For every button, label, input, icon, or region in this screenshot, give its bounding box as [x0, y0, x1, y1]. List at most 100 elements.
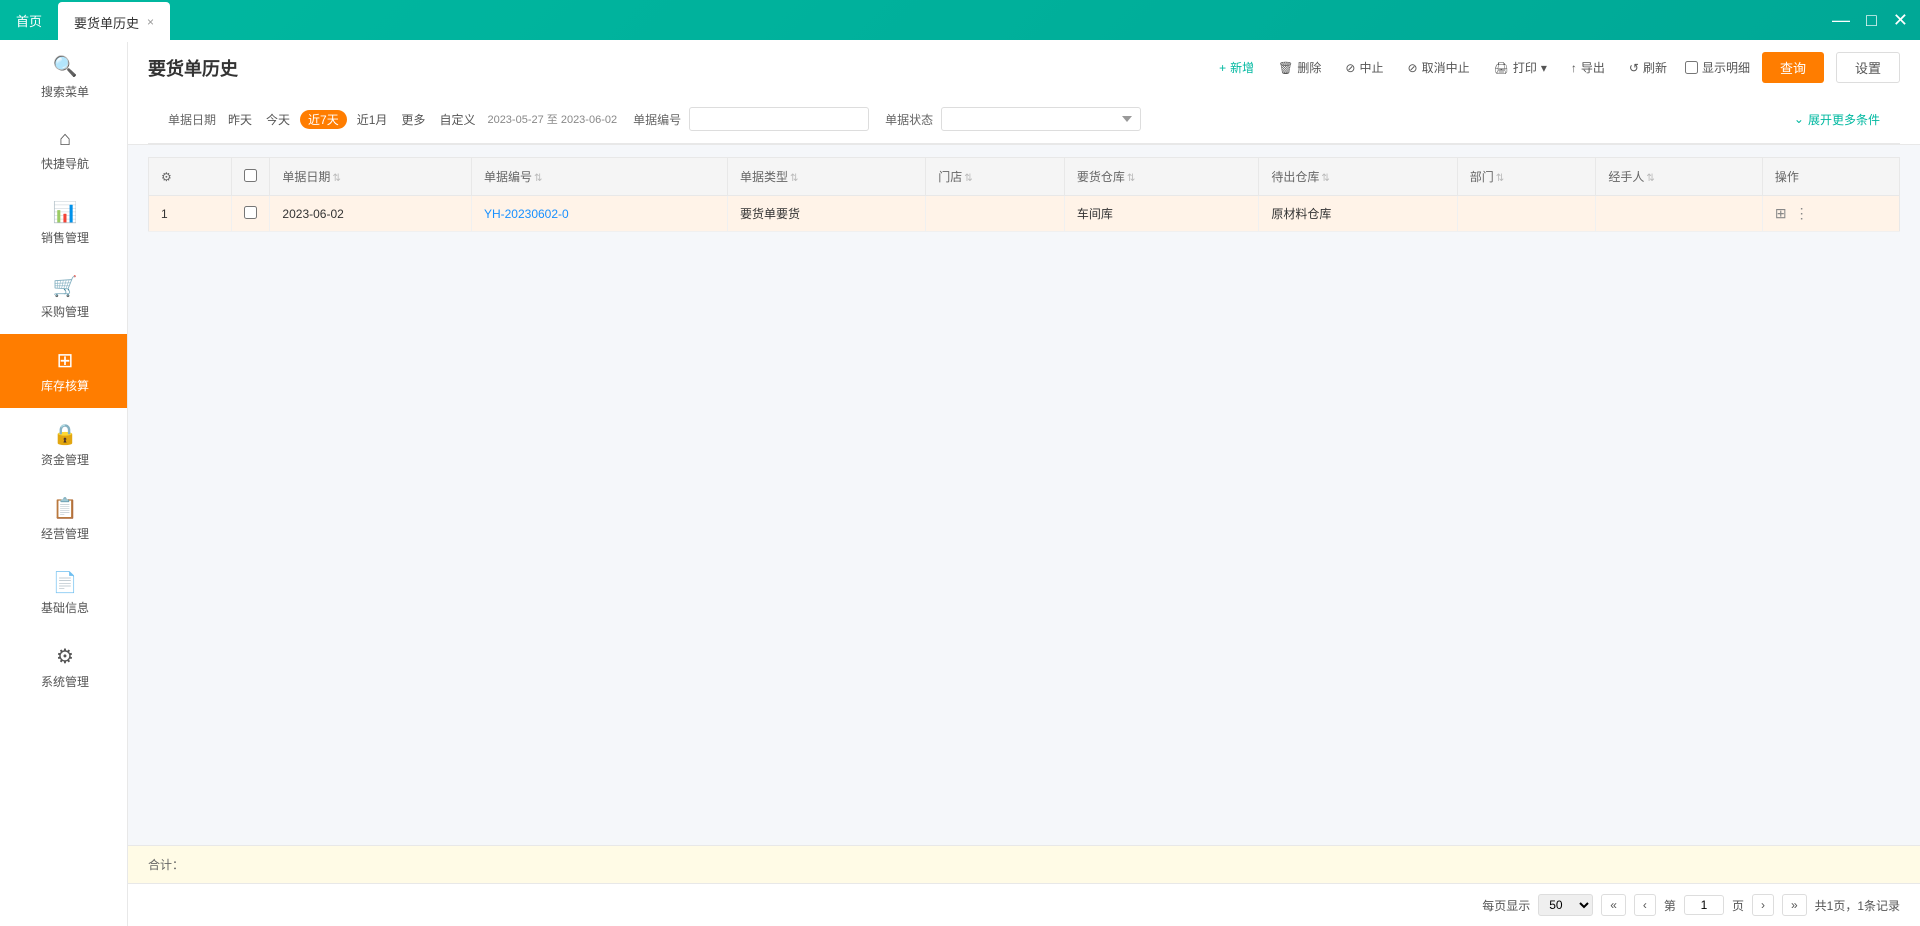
sidebar-item-basic-info[interactable]: 📄 基础信息 [0, 556, 127, 630]
cancel-stop-icon: ⊘ [1408, 61, 1418, 75]
sidebar-item-label: 系统管理 [41, 673, 89, 690]
shortcut-7days[interactable]: 近7天 [300, 110, 347, 129]
sidebar-item-operations[interactable]: 📋 经营管理 [0, 482, 127, 556]
date-shortcuts: 昨天 今天 近7天 近1月 更多 自定义 [224, 110, 479, 129]
col-dept: 部门⇅ [1457, 158, 1596, 196]
export-button[interactable]: ↑ 导出 [1565, 55, 1611, 80]
sidebar-item-system[interactable]: ⚙ 系统管理 [0, 630, 127, 704]
first-page-button[interactable]: « [1601, 894, 1626, 916]
sidebar-item-finance[interactable]: 🔒 资金管理 [0, 408, 127, 482]
shortcut-yesterday[interactable]: 昨天 [224, 110, 256, 129]
operations-icon: 📋 [53, 496, 78, 521]
top-bar-right: — □ ✕ [1832, 10, 1920, 31]
stop-label: 中止 [1359, 59, 1383, 76]
date-filter-group: 单据日期 昨天 今天 近7天 近1月 更多 自定义 2023-05-27 至 2… [168, 110, 617, 129]
date-range-display: 2023-05-27 至 2023-06-02 [487, 111, 617, 127]
stop-button[interactable]: ⊘ 中止 [1339, 55, 1389, 80]
status-select[interactable] [941, 107, 1141, 131]
setting-button[interactable]: 设置 [1836, 52, 1900, 83]
shortcut-today[interactable]: 今天 [262, 110, 294, 129]
inventory-icon: ⊞ [57, 348, 74, 373]
doc-no-input[interactable] [689, 107, 869, 131]
toolbar: + 新增 🗑 删除 ⊘ 中止 ⊘ 取消中止 [1213, 52, 1900, 83]
cell-date: 2023-06-02 [270, 196, 472, 232]
sidebar-item-label: 经营管理 [41, 525, 89, 542]
table-row: 1 2023-06-02 YH-20230602-0 要货单要货 车间库 原材料… [149, 196, 1900, 232]
tab-home[interactable]: 首页 [0, 0, 58, 40]
sidebar-item-purchase[interactable]: 🛒 采购管理 [0, 260, 127, 334]
print-label: 打印 [1513, 59, 1537, 76]
status-filter-group: 单据状态 [885, 107, 1141, 131]
date-label: 单据日期 [168, 111, 216, 128]
table-header-row: ⚙ 单据日期⇅ 单据编号⇅ 单据类型⇅ 门店⇅ 要货仓库⇅ 待出仓库⇅ 部门⇅ … [149, 158, 1900, 196]
expand-icon: ⌄ [1794, 112, 1804, 126]
page-unit: 页 [1732, 897, 1744, 914]
col-store: 门店⇅ [926, 158, 1065, 196]
sidebar-item-inventory[interactable]: ⊞ 库存核算 [0, 334, 127, 408]
tab-active[interactable]: 要货单历史 × [58, 2, 170, 42]
last-page-button[interactable]: » [1782, 894, 1807, 916]
doc-no-link[interactable]: YH-20230602-0 [484, 207, 569, 221]
table-body: 1 2023-06-02 YH-20230602-0 要货单要货 车间库 原材料… [149, 196, 1900, 232]
filter-area: 单据日期 昨天 今天 近7天 近1月 更多 自定义 2023-05-27 至 2… [148, 95, 1900, 144]
display-detail-toggle[interactable]: 显示明细 [1685, 59, 1750, 76]
sidebar-item-sales[interactable]: 📊 销售管理 [0, 186, 127, 260]
data-table: ⚙ 单据日期⇅ 单据编号⇅ 单据类型⇅ 门店⇅ 要货仓库⇅ 待出仓库⇅ 部门⇅ … [148, 157, 1900, 232]
col-settings: ⚙ [149, 158, 232, 196]
col-date: 单据日期⇅ [270, 158, 472, 196]
page-header: 要货单历史 + 新增 🗑 删除 ⊘ 中止 ⊘ [128, 40, 1920, 145]
cancel-stop-button[interactable]: ⊘ 取消中止 [1402, 55, 1476, 80]
minimize-icon[interactable]: — [1832, 10, 1850, 31]
summary-label: 合计： [148, 856, 184, 873]
settings-icon[interactable]: ⚙ [161, 170, 172, 184]
col-doc-type: 单据类型⇅ [727, 158, 925, 196]
window-close-icon[interactable]: ✕ [1893, 10, 1908, 31]
expand-label: 展开更多条件 [1808, 111, 1880, 128]
top-bar: 首页 要货单历史 × — □ ✕ [0, 0, 1920, 40]
page-size-label: 每页显示 [1482, 897, 1530, 914]
cell-pending-warehouse: 原材料仓库 [1259, 196, 1457, 232]
sidebar-item-label: 资金管理 [41, 451, 89, 468]
display-detail-checkbox[interactable] [1685, 61, 1698, 74]
export-icon: ↑ [1571, 61, 1577, 75]
refresh-button[interactable]: ↺ 刷新 [1623, 55, 1673, 80]
cell-handler [1596, 196, 1763, 232]
sales-icon: 📊 [53, 200, 78, 225]
sidebar-item-label: 基础信息 [41, 599, 89, 616]
shortcut-more[interactable]: 更多 [397, 110, 429, 129]
delete-label: 删除 [1297, 59, 1321, 76]
status-label: 单据状态 [885, 111, 933, 128]
page-size-select[interactable]: 50 20 100 200 [1538, 894, 1593, 916]
shortcut-1month[interactable]: 近1月 [353, 110, 392, 129]
next-page-button[interactable]: › [1752, 894, 1774, 916]
search-menu-icon: 🔍 [53, 54, 78, 79]
sidebar-item-label: 销售管理 [41, 229, 89, 246]
new-icon: + [1219, 61, 1226, 75]
query-button[interactable]: 查询 [1762, 52, 1824, 83]
cell-action: ⊞ ⋮ [1762, 196, 1899, 232]
more-action-icon[interactable]: ⋮ [1795, 205, 1809, 222]
sidebar-item-quick-nav[interactable]: ⌂ 快捷导航 [0, 114, 127, 186]
delete-button[interactable]: 🗑 删除 [1272, 55, 1327, 80]
col-handler: 经手人⇅ [1596, 158, 1763, 196]
select-all-checkbox[interactable] [244, 169, 257, 182]
col-action: 操作 [1762, 158, 1899, 196]
col-pending-warehouse: 待出仓库⇅ [1259, 158, 1457, 196]
sidebar-item-search-menu[interactable]: 🔍 搜索菜单 [0, 40, 127, 114]
cell-doc-type: 要货单要货 [727, 196, 925, 232]
row-checkbox[interactable] [244, 206, 257, 219]
refresh-label: 刷新 [1643, 59, 1667, 76]
expand-filter-button[interactable]: ⌄ 展开更多条件 [1794, 111, 1880, 128]
view-action-icon[interactable]: ⊞ [1775, 205, 1787, 222]
print-button[interactable]: 🖨 打印 ▾ [1488, 55, 1553, 80]
finance-icon: 🔒 [53, 422, 78, 447]
shortcut-custom[interactable]: 自定义 [435, 110, 479, 129]
cell-doc-no: YH-20230602-0 [471, 196, 727, 232]
close-tab-icon[interactable]: × [147, 15, 154, 29]
new-button[interactable]: + 新增 [1213, 55, 1260, 80]
page-number-input[interactable] [1684, 895, 1724, 915]
maximize-icon[interactable]: □ [1866, 10, 1877, 31]
col-doc-no: 单据编号⇅ [471, 158, 727, 196]
prev-page-button[interactable]: ‹ [1634, 894, 1656, 916]
summary-row: 合计： [128, 845, 1920, 883]
